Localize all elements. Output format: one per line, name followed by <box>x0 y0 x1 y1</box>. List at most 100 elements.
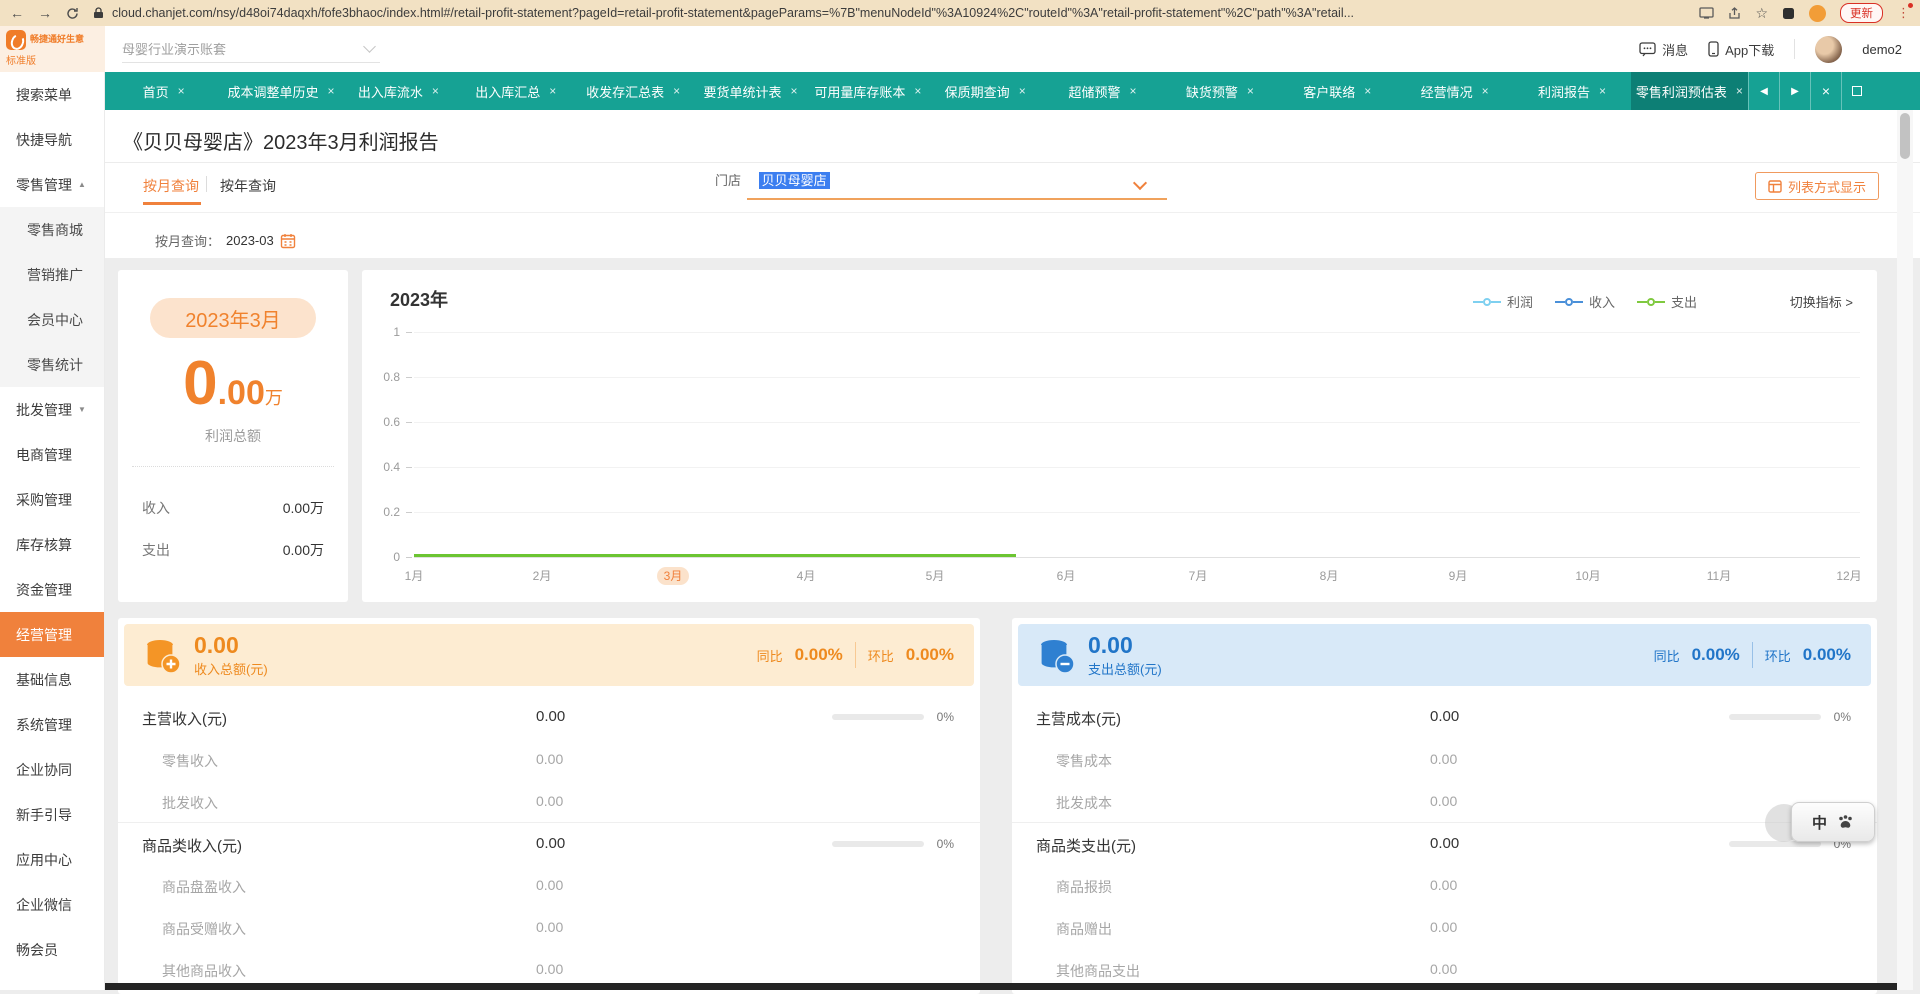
sidebar-item-wechat-work[interactable]: 企业微信 <box>0 882 104 927</box>
y-axis-tick: 0.4 <box>383 460 400 474</box>
share-icon[interactable] <box>1728 6 1741 20</box>
browser-back-icon[interactable]: ← <box>10 6 24 20</box>
tab-item[interactable]: 利润报告 × <box>1513 72 1630 110</box>
tab-close-icon[interactable]: × <box>1130 84 1137 98</box>
tab-close-icon[interactable]: × <box>178 84 185 98</box>
tab-item-active[interactable]: 零售利润预估表 × <box>1630 72 1749 110</box>
tab-item[interactable]: 缺货预警 × <box>1161 72 1278 110</box>
sidebar-item-wholesale-mgmt[interactable]: 批发管理 ▼ <box>0 387 104 432</box>
coins-plus-icon <box>146 640 181 674</box>
tabs-scroll-left-button[interactable]: ◀ <box>1748 72 1779 110</box>
sidebar-item-system-mgmt[interactable]: 系统管理 <box>0 702 104 747</box>
legend-item-profit[interactable]: 利润 <box>1472 292 1533 311</box>
bookmark-star-icon[interactable]: ☆ <box>1755 6 1768 20</box>
calendar-icon[interactable] <box>280 233 296 249</box>
cast-icon[interactable] <box>1699 7 1715 19</box>
tab-item[interactable]: 首页 × <box>105 72 222 110</box>
query-tab-by-year[interactable]: 按年查询 <box>220 176 276 196</box>
address-bar[interactable]: cloud.chanjet.com/nsy/d48oi74daqxh/fofe3… <box>112 6 1354 20</box>
x-axis-month: 11月 <box>1706 569 1732 583</box>
username[interactable]: demo2 <box>1862 42 1902 57</box>
tab-item[interactable]: 经营情况 × <box>1396 72 1513 110</box>
tab-item[interactable]: 超储预警 × <box>1044 72 1161 110</box>
yoy-value: 0.00% <box>794 645 843 664</box>
account-set-selector[interactable]: 母婴行业演示账套 <box>122 35 380 63</box>
tab-close-icon[interactable]: × <box>914 84 921 98</box>
tab-close-icon[interactable]: × <box>673 84 680 98</box>
sidebar-item-member-center[interactable]: 会员中心 <box>0 297 104 342</box>
sidebar-item-marketing[interactable]: 营销推广 <box>0 252 104 297</box>
tab-item[interactable]: 客户联络 × <box>1279 72 1396 110</box>
chevron-down-icon[interactable] <box>1132 175 1148 191</box>
switch-indicator-link[interactable]: 切换指标 > <box>1790 292 1853 311</box>
sidebar-item-basic-info[interactable]: 基础信息 <box>0 657 104 702</box>
ime-toolbar[interactable]: 中 <box>1765 800 1877 846</box>
sidebar-item-chang-member[interactable]: 畅会员 <box>0 927 104 972</box>
month-query-value[interactable]: 2023-03 <box>226 233 274 248</box>
horizontal-scrollbar[interactable] <box>105 983 1897 990</box>
store-select-value[interactable]: 贝贝母婴店 <box>758 172 830 189</box>
tab-item[interactable]: 出入库流水 × <box>340 72 457 110</box>
tab-close-icon[interactable]: × <box>1736 84 1743 98</box>
tab-close-icon[interactable]: × <box>549 84 556 98</box>
sidebar-item-search-menu[interactable]: 搜索菜单 <box>0 72 104 117</box>
scrollbar-thumb[interactable] <box>1900 113 1910 159</box>
tab-close-icon[interactable]: × <box>1364 84 1371 98</box>
list-display-button[interactable]: 列表方式显示 <box>1755 172 1879 200</box>
browser-menu-icon[interactable]: ⋮ <box>1897 3 1913 21</box>
sidebar-item-retail-mgmt[interactable]: 零售管理 ▲ <box>0 162 104 207</box>
user-avatar[interactable] <box>1815 35 1843 63</box>
site-info-lock-icon[interactable] <box>93 7 104 19</box>
legend-item-expense[interactable]: 支出 <box>1636 292 1697 311</box>
tab-close-icon[interactable]: × <box>432 84 439 98</box>
vertical-scrollbar[interactable] <box>1897 110 1913 990</box>
query-tab-by-month[interactable]: 按月查询 <box>143 176 199 196</box>
x-axis-line <box>414 557 1860 558</box>
x-axis-month: 6月 <box>1056 569 1076 583</box>
sidebar-item-retail-mall[interactable]: 零售商城 <box>0 207 104 252</box>
browser-forward-icon[interactable]: → <box>38 6 52 20</box>
tab-item[interactable]: 收发存汇总表 × <box>574 72 691 110</box>
tab-close-icon[interactable]: × <box>1599 84 1606 98</box>
sidebar-item-purchase-mgmt[interactable]: 采购管理 <box>0 477 104 522</box>
tab-item[interactable]: 出入库汇总 × <box>457 72 574 110</box>
store-select-underline <box>747 198 1167 200</box>
tab-close-icon[interactable]: × <box>1019 84 1026 98</box>
ime-language-indicator[interactable]: 中 <box>1812 812 1827 833</box>
sidebar-item-funds-mgmt[interactable]: 资金管理 <box>0 567 104 612</box>
sidebar-item-app-center[interactable]: 应用中心 <box>0 837 104 882</box>
x-axis-month: 2月 <box>532 569 552 583</box>
tab-close-icon[interactable]: × <box>790 84 797 98</box>
tab-item[interactable]: 保质期查询 × <box>927 72 1044 110</box>
sidebar-item-enterprise-collab[interactable]: 企业协同 <box>0 747 104 792</box>
tabs-scroll-right-button[interactable]: ▶ <box>1779 72 1810 110</box>
extension-icon[interactable] <box>1782 7 1795 20</box>
app-logo[interactable]: 畅捷通好生意 标准版 <box>0 26 105 72</box>
tab-close-icon[interactable]: × <box>1482 84 1489 98</box>
sidebar-item-operation-mgmt[interactable]: 经营管理 <box>0 612 104 657</box>
tab-close-icon[interactable]: × <box>328 84 335 98</box>
sidebar-item-inventory-accounting[interactable]: 库存核算 <box>0 522 104 567</box>
x-axis-month: 5月 <box>925 569 945 583</box>
browser-profile-avatar[interactable] <box>1809 4 1826 22</box>
sidebar-item-retail-stats[interactable]: 零售统计 <box>0 342 104 387</box>
sidebar-item-ecommerce-mgmt[interactable]: 电商管理 <box>0 432 104 477</box>
x-axis-month: 12月 <box>1836 569 1862 583</box>
tab-item[interactable]: 可用量库存账本 × <box>809 72 926 110</box>
browser-update-button[interactable]: 更新 <box>1840 3 1883 23</box>
tab-close-icon[interactable]: × <box>1247 84 1254 98</box>
tab-item[interactable]: 成本调整单历史 × <box>222 72 339 110</box>
sidebar-item-quick-nav[interactable]: 快捷导航 <box>0 117 104 162</box>
x-axis-month: 1月 <box>404 569 424 583</box>
legend-item-income[interactable]: 收入 <box>1554 292 1615 311</box>
paw-icon[interactable] <box>1837 814 1854 830</box>
app-download-button[interactable]: App下载 <box>1708 40 1774 59</box>
browser-reload-icon[interactable] <box>66 7 79 20</box>
fullscreen-button[interactable] <box>1841 72 1872 110</box>
sidebar-item-beginner-guide[interactable]: 新手引导 <box>0 792 104 837</box>
tab-item[interactable]: 要货单统计表 × <box>692 72 809 110</box>
tabs-close-button[interactable]: × <box>1810 72 1841 110</box>
fullscreen-icon <box>1852 86 1862 96</box>
progress-bar <box>832 714 924 720</box>
messages-button[interactable]: 消息 <box>1639 40 1688 59</box>
